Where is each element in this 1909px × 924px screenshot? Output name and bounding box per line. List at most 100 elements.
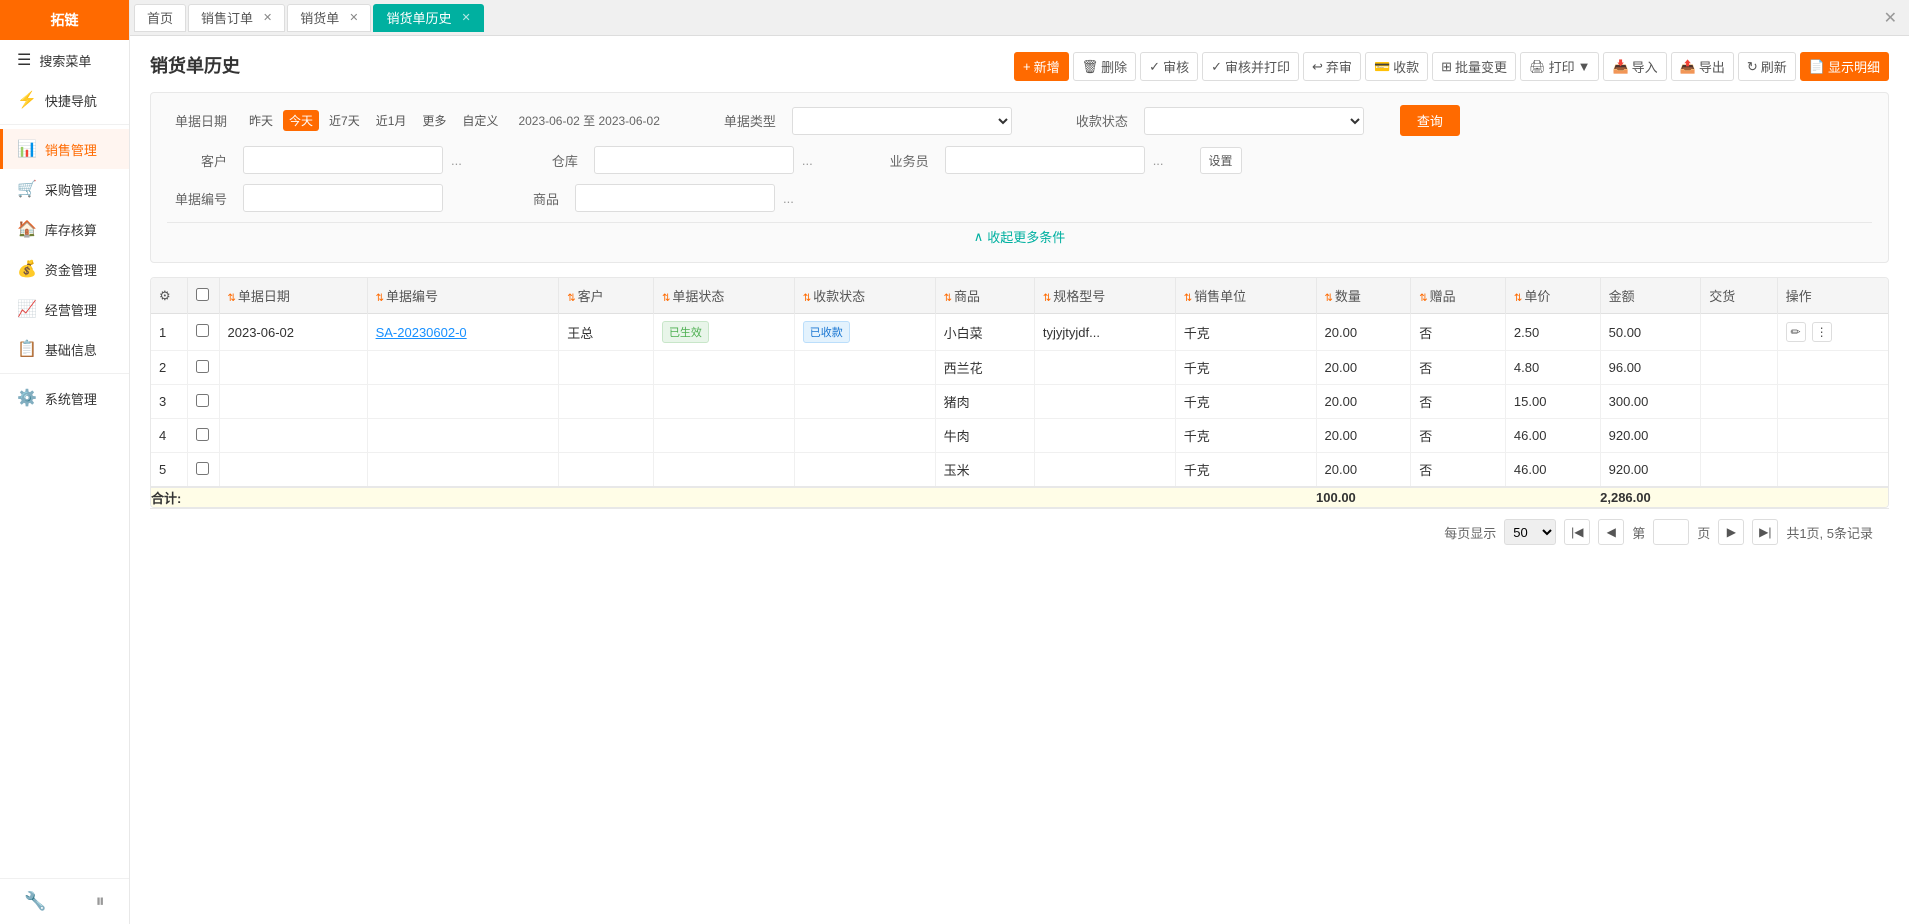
col-goods[interactable]: ⇅商品 [935,278,1034,314]
doc-no-label: 单据编号 [167,189,227,208]
row-qty: 20.00 [1316,314,1411,351]
col-price[interactable]: ⇅单价 [1505,278,1600,314]
date-tab-today[interactable]: 今天 [283,110,319,131]
salesman-ellipsis[interactable]: ... [1153,153,1164,168]
sidebar-item-search-menu[interactable]: ☰ 搜索菜单 [0,40,129,80]
sidebar-item-sales-mgmt[interactable]: 📊 销售管理 [0,129,129,169]
date-tab-custom[interactable]: 自定义 [456,110,504,131]
col-qty[interactable]: ⇅数量 [1316,278,1411,314]
col-transaction: 交货 [1701,278,1777,314]
sidebar-item-inventory[interactable]: 🏠 库存核算 [0,209,129,249]
customer-input[interactable] [243,146,443,174]
col-doc-date[interactable]: ⇅单据日期 [219,278,367,314]
date-tab-1month[interactable]: 近1月 [370,110,413,131]
tab-bar-close-all[interactable]: ✕ [1876,8,1905,28]
audit-button[interactable]: ✓ 审核 [1140,52,1198,81]
customer-ellipsis[interactable]: ... [451,153,462,168]
date-tab-7days[interactable]: 近7天 [323,110,366,131]
edit-action-btn[interactable]: ✏ [1786,322,1806,342]
warehouse-input[interactable] [594,146,794,174]
last-page-btn[interactable]: ▶| [1752,519,1778,545]
doc-no-input[interactable] [243,184,443,212]
tab-sales-order[interactable]: 销售订单 ✕ [188,4,285,32]
sidebar-bottom: 🔧 ⏸ [0,878,129,924]
settings-button[interactable]: 设置 [1200,147,1242,174]
audit-print-button[interactable]: ✓ 审核并打印 [1202,52,1299,81]
row-goods: 西兰花 [935,351,1034,385]
goods-input[interactable] [575,184,775,212]
date-tab-yesterday[interactable]: 昨天 [243,110,279,131]
col-doc-status[interactable]: ⇅单据状态 [653,278,794,314]
row-select[interactable] [187,419,219,453]
tab-close-sales-delivery[interactable]: ✕ [349,11,358,24]
warehouse-ellipsis[interactable]: ... [802,153,813,168]
row-checkbox[interactable] [196,360,209,373]
date-tab-more[interactable]: 更多 [416,110,452,131]
row-select[interactable] [187,351,219,385]
row-select[interactable] [187,314,219,351]
row-customer [559,385,654,419]
sidebar-item-operations[interactable]: 📈 经营管理 [0,289,129,329]
sidebar-item-purchase-mgmt[interactable]: 🛒 采购管理 [0,169,129,209]
refresh-button[interactable]: ↻ 刷新 [1738,52,1796,81]
first-page-btn[interactable]: |◀ [1564,519,1590,545]
tab-close-sales-order[interactable]: ✕ [263,11,272,24]
sidebar-item-finance[interactable]: 💰 资金管理 [0,249,129,289]
collect-status-select[interactable] [1144,107,1364,135]
row-collect-status [794,385,935,419]
sidebar-item-system-mgmt[interactable]: ⚙️ 系统管理 [0,378,129,418]
import-button[interactable]: 📥 导入 [1603,52,1666,81]
show-detail-button[interactable]: 📄 显示明细 [1800,52,1889,81]
prev-page-btn[interactable]: ◀ [1598,519,1624,545]
batch-change-button[interactable]: ⊞ 批量变更 [1432,52,1516,81]
row-collect-status [794,351,935,385]
row-unit: 千克 [1175,419,1316,453]
goods-ellipsis[interactable]: ... [783,191,794,206]
export-button[interactable]: 📤 导出 [1671,52,1734,81]
more-action-btn[interactable]: ⋮ [1812,322,1832,342]
add-button[interactable]: + 新增 [1014,52,1069,81]
table-row: 12023-06-02SA-20230602-0王总已生效已收款小白菜tyjyj… [151,314,1888,351]
delete-icon: 🗑 [1082,59,1099,75]
per-page-select[interactable]: 50 20 100 200 [1504,519,1556,545]
col-doc-no[interactable]: ⇅单据编号 [367,278,559,314]
col-settings[interactable]: ⚙ [151,278,187,314]
row-actions [1777,419,1888,453]
page-number-input[interactable]: 1 [1653,519,1689,545]
select-all-checkbox[interactable] [196,288,209,301]
doc-no-link[interactable]: SA-20230602-0 [376,325,467,340]
row-spec [1034,385,1175,419]
row-checkbox[interactable] [196,428,209,441]
col-gift[interactable]: ⇅赠品 [1411,278,1506,314]
col-customer[interactable]: ⇅客户 [559,278,654,314]
tab-close-sales-history[interactable]: ✕ [462,11,471,24]
tab-sales-history[interactable]: 销货单历史 ✕ [373,4,483,32]
col-unit[interactable]: ⇅销售单位 [1175,278,1316,314]
delete-button[interactable]: 🗑 删除 [1073,52,1137,81]
sidebar-toggle-icon[interactable]: ⏸ [96,891,105,912]
tab-home[interactable]: 首页 [134,4,186,32]
abandon-button[interactable]: ↩ 弃审 [1303,52,1361,81]
row-checkbox[interactable] [196,324,209,337]
row-checkbox[interactable] [196,462,209,475]
collect-button[interactable]: 💳 收款 [1365,52,1428,81]
col-spec[interactable]: ⇅规格型号 [1034,278,1175,314]
next-page-btn[interactable]: ▶ [1718,519,1744,545]
doc-type-select[interactable] [792,107,1012,135]
row-price: 4.80 [1505,351,1600,385]
row-checkbox[interactable] [196,394,209,407]
tab-sales-delivery[interactable]: 销货单 ✕ [287,4,371,32]
query-button[interactable]: 查询 [1400,105,1460,136]
collapse-button[interactable]: ∧ 收起更多条件 [167,222,1872,250]
print-button[interactable]: 🖨 打印 ▼ [1520,52,1599,81]
row-select[interactable] [187,453,219,488]
sidebar-settings-icon[interactable]: 🔧 [24,891,46,912]
sidebar-item-quick-nav[interactable]: ⚡ 快捷导航 [0,80,129,120]
filter-area: 单据日期 昨天 今天 近7天 近1月 更多 自定义 2023-06-02 至 2… [150,92,1889,263]
row-select[interactable] [187,385,219,419]
col-checkbox[interactable] [187,278,219,314]
col-collect-status[interactable]: ⇅收款状态 [794,278,935,314]
row-doc-date: 2023-06-02 [219,314,367,351]
sidebar-item-base-info[interactable]: 📋 基础信息 [0,329,129,369]
salesman-input[interactable] [945,146,1145,174]
